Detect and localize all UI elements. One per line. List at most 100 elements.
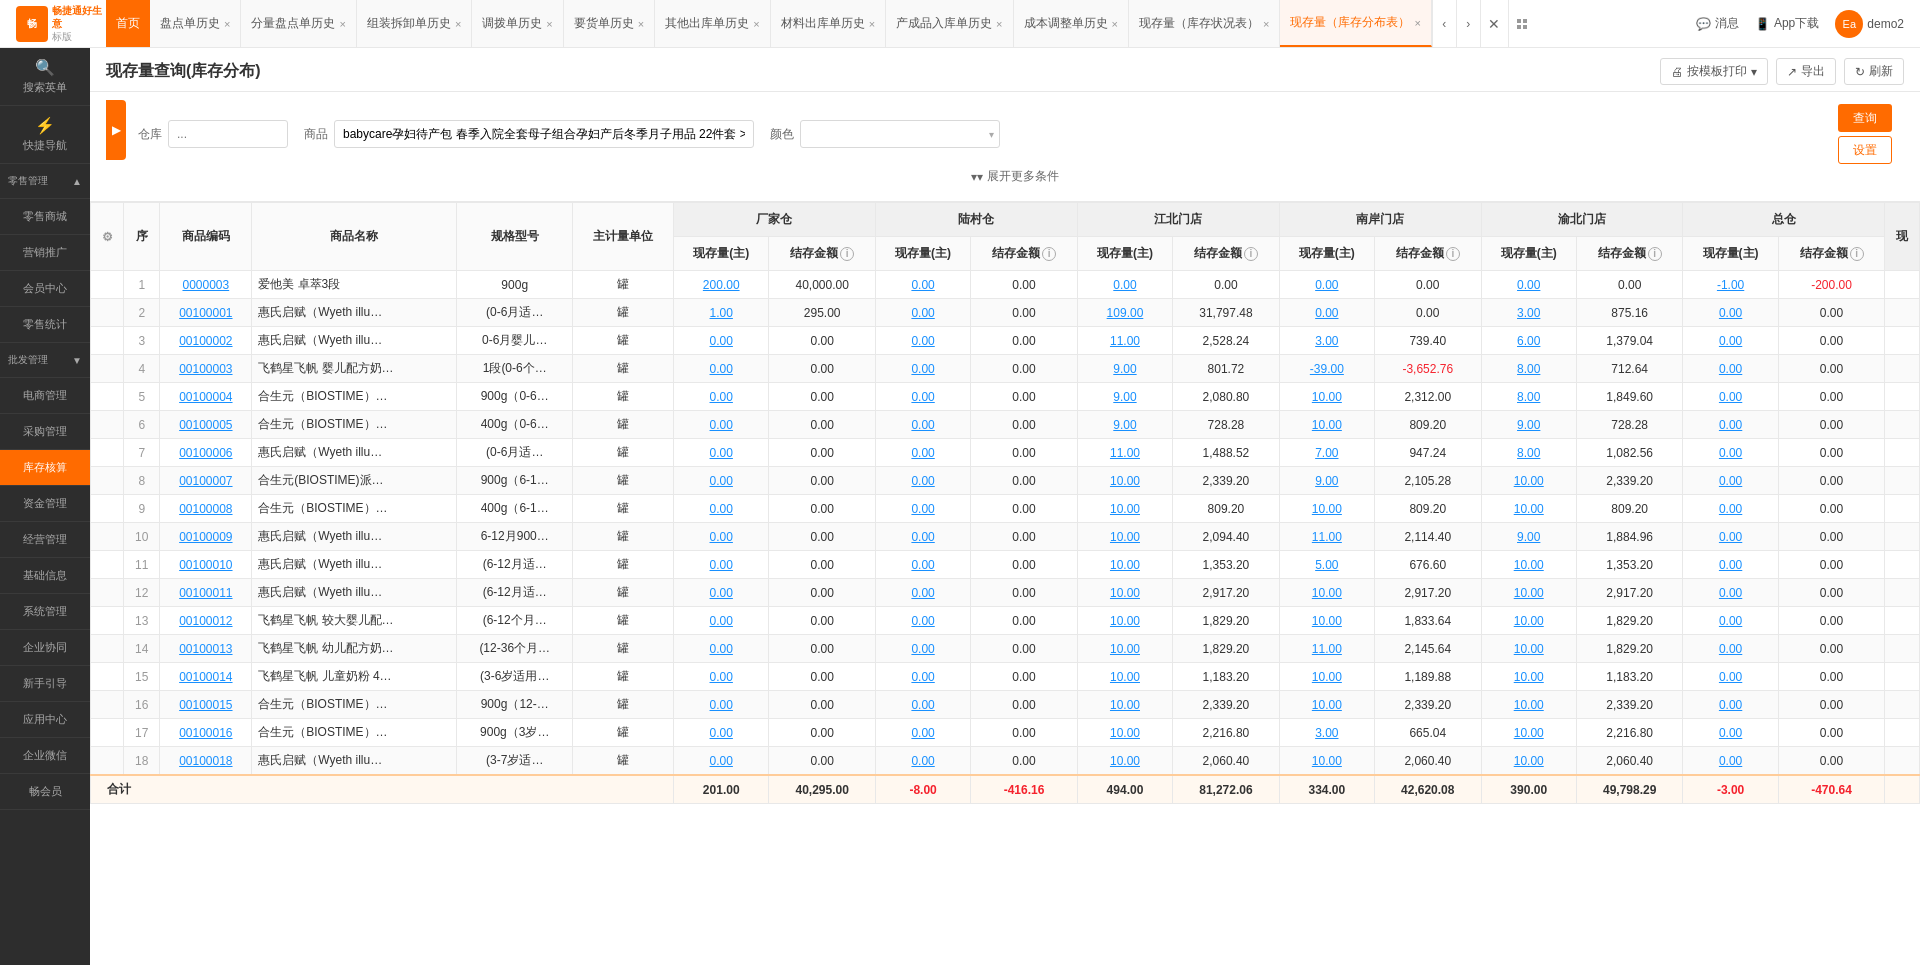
row-total-qty[interactable]: 0.00 (1683, 355, 1778, 383)
row-yb-qty[interactable]: 8.00 (1481, 355, 1576, 383)
row-yb-qty[interactable]: 10.00 (1481, 551, 1576, 579)
row-yb-qty[interactable]: 10.00 (1481, 579, 1576, 607)
row-yb-qty[interactable]: 10.00 (1481, 635, 1576, 663)
sidebar-item-wholesale[interactable]: 批发管理 ▼ (0, 343, 90, 378)
row-na-qty[interactable]: 10.00 (1279, 411, 1374, 439)
row-code[interactable]: 00100006 (160, 439, 252, 467)
row-f-qty[interactable]: 200.00 (674, 271, 769, 299)
row-f-qty[interactable]: 0.00 (674, 523, 769, 551)
sidebar-item-system[interactable]: 系统管理 (0, 594, 90, 630)
row-f-qty[interactable]: 0.00 (674, 691, 769, 719)
row-f-qty[interactable]: 0.00 (674, 411, 769, 439)
row-l-qty[interactable]: 0.00 (875, 607, 970, 635)
tab-finished-in[interactable]: 产成品入库单历史 × (886, 0, 1013, 47)
sidebar-item-purchase[interactable]: 采购管理 (0, 414, 90, 450)
nav-prev-arrow[interactable]: ‹ (1432, 0, 1456, 47)
row-l-qty[interactable]: 0.00 (875, 299, 970, 327)
tab-close[interactable]: × (339, 18, 345, 30)
row-code[interactable]: 00100014 (160, 663, 252, 691)
row-na-qty[interactable]: 10.00 (1279, 383, 1374, 411)
row-code[interactable]: 00100004 (160, 383, 252, 411)
tab-stock-dist[interactable]: 现存量（库存分布表） × (1280, 0, 1431, 47)
row-yb-qty[interactable]: 9.00 (1481, 411, 1576, 439)
row-jb-qty[interactable]: 10.00 (1077, 719, 1172, 747)
tab-other-out[interactable]: 其他出库单历史 × (655, 0, 770, 47)
warehouse-input[interactable] (168, 120, 288, 148)
row-f-qty[interactable]: 0.00 (674, 635, 769, 663)
row-l-qty[interactable]: 0.00 (875, 327, 970, 355)
info-icon[interactable]: i (1648, 247, 1662, 261)
row-total-qty[interactable]: 0.00 (1683, 523, 1778, 551)
row-na-qty[interactable]: 5.00 (1279, 551, 1374, 579)
row-jb-qty[interactable]: 10.00 (1077, 663, 1172, 691)
row-l-qty[interactable]: 0.00 (875, 411, 970, 439)
table-wrapper[interactable]: ⚙ 序 商品编码 商品名称 规格型号 主计量单位 厂家仓 陆村仓 江北门店 南岸… (90, 202, 1920, 965)
row-code[interactable]: 00100008 (160, 495, 252, 523)
row-f-qty[interactable]: 0.00 (674, 551, 769, 579)
expand-conditions-btn[interactable]: ▾▾ 展开更多条件 (138, 164, 1892, 189)
user-profile[interactable]: Ea demo2 (1835, 10, 1904, 38)
row-f-qty[interactable]: 0.00 (674, 663, 769, 691)
row-code[interactable]: 0000003 (160, 271, 252, 299)
row-code[interactable]: 00100018 (160, 747, 252, 776)
row-jb-qty[interactable]: 11.00 (1077, 439, 1172, 467)
settings-btn[interactable]: 设置 (1838, 136, 1892, 164)
row-yb-qty[interactable]: 8.00 (1481, 383, 1576, 411)
row-l-qty[interactable]: 0.00 (875, 467, 970, 495)
row-code[interactable]: 00100003 (160, 355, 252, 383)
row-f-qty[interactable]: 0.00 (674, 719, 769, 747)
goods-input[interactable] (334, 120, 754, 148)
row-l-qty[interactable]: 0.00 (875, 551, 970, 579)
tab-close[interactable]: × (546, 18, 552, 30)
info-icon[interactable]: i (1446, 247, 1460, 261)
row-na-qty[interactable]: 10.00 (1279, 607, 1374, 635)
row-l-qty[interactable]: 0.00 (875, 383, 970, 411)
nav-next-arrow[interactable]: › (1456, 0, 1480, 47)
row-jb-qty[interactable]: 10.00 (1077, 635, 1172, 663)
sidebar-item-app-center[interactable]: 应用中心 (0, 702, 90, 738)
row-total-qty[interactable]: 0.00 (1683, 439, 1778, 467)
row-code[interactable]: 00100011 (160, 579, 252, 607)
sidebar-item-retail-stats[interactable]: 零售统计 (0, 307, 90, 343)
row-f-qty[interactable]: 0.00 (674, 579, 769, 607)
sidebar-item-finance[interactable]: 资金管理 (0, 486, 90, 522)
row-yb-qty[interactable]: 10.00 (1481, 607, 1576, 635)
row-total-qty[interactable]: 0.00 (1683, 663, 1778, 691)
color-input[interactable] (800, 120, 1000, 148)
row-na-qty[interactable]: 10.00 (1279, 495, 1374, 523)
row-code[interactable]: 00100010 (160, 551, 252, 579)
row-total-qty[interactable]: 0.00 (1683, 495, 1778, 523)
row-f-qty[interactable]: 0.00 (674, 467, 769, 495)
print-btn[interactable]: 🖨 按模板打印 ▾ (1660, 58, 1768, 85)
row-f-qty[interactable]: 0.00 (674, 355, 769, 383)
tab-home[interactable]: 首页 (106, 0, 150, 47)
row-f-qty[interactable]: 0.00 (674, 495, 769, 523)
row-total-qty[interactable]: 0.00 (1683, 747, 1778, 776)
row-l-qty[interactable]: 0.00 (875, 271, 970, 299)
row-yb-qty[interactable]: 8.00 (1481, 439, 1576, 467)
row-l-qty[interactable]: 0.00 (875, 663, 970, 691)
sidebar-item-search[interactable]: 🔍 搜索英单 (0, 48, 90, 106)
row-code[interactable]: 00100009 (160, 523, 252, 551)
row-yb-qty[interactable]: 10.00 (1481, 467, 1576, 495)
sidebar-item-inventory[interactable]: 库存核算 (0, 450, 90, 486)
row-na-qty[interactable]: -39.00 (1279, 355, 1374, 383)
row-total-qty[interactable]: 0.00 (1683, 607, 1778, 635)
tab-close[interactable]: × (1263, 18, 1269, 30)
row-jb-qty[interactable]: 109.00 (1077, 299, 1172, 327)
row-code[interactable]: 00100005 (160, 411, 252, 439)
row-yb-qty[interactable]: 3.00 (1481, 299, 1576, 327)
row-l-qty[interactable]: 0.00 (875, 635, 970, 663)
row-yb-qty[interactable]: 10.00 (1481, 663, 1576, 691)
nav-expand[interactable] (1508, 0, 1536, 47)
query-btn[interactable]: 查询 (1838, 104, 1892, 132)
row-total-qty[interactable]: 0.00 (1683, 691, 1778, 719)
row-jb-qty[interactable]: 0.00 (1077, 271, 1172, 299)
row-l-qty[interactable]: 0.00 (875, 495, 970, 523)
row-jb-qty[interactable]: 10.00 (1077, 747, 1172, 776)
row-yb-qty[interactable]: 10.00 (1481, 691, 1576, 719)
tab-transfer[interactable]: 调拨单历史 × (472, 0, 563, 47)
sidebar-item-operations[interactable]: 经营管理 (0, 522, 90, 558)
sidebar-item-ecommerce[interactable]: 电商管理 (0, 378, 90, 414)
sidebar-item-retail-store[interactable]: 零售商城 (0, 199, 90, 235)
